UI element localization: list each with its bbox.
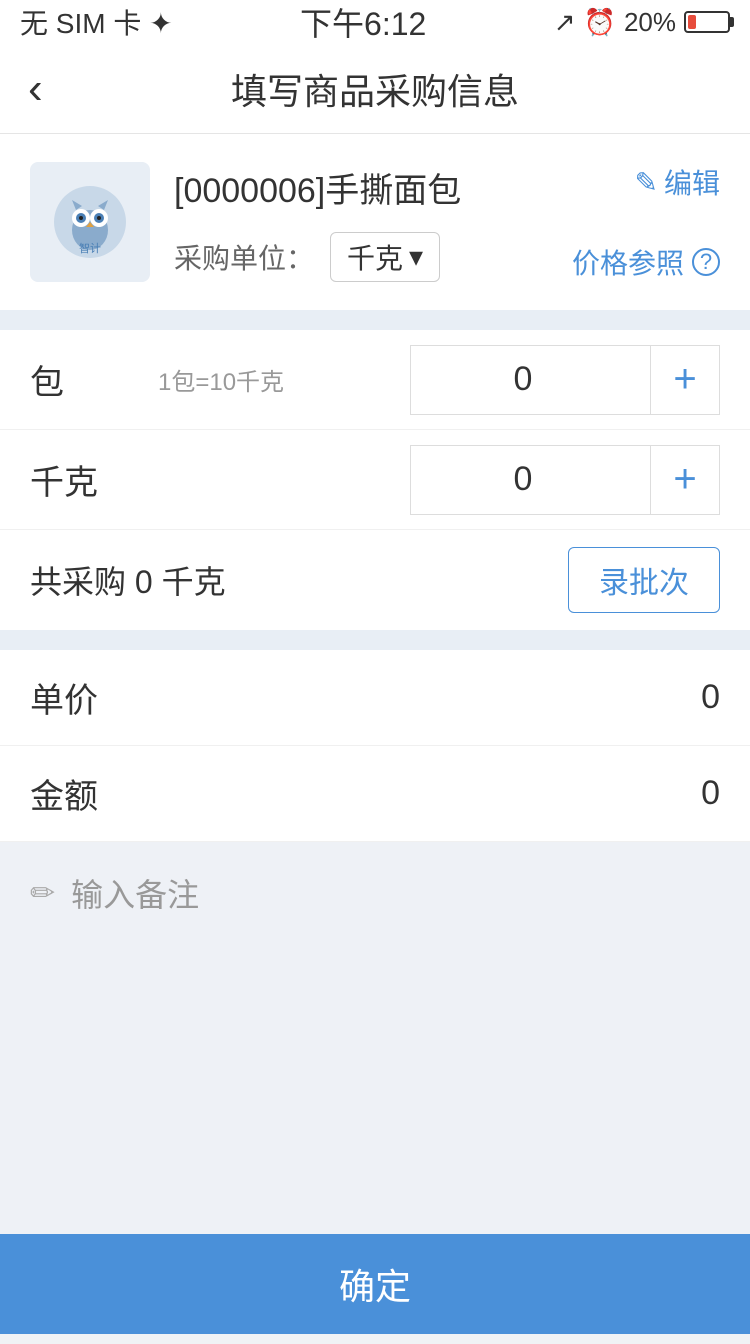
battery-percent: 20%	[624, 7, 676, 38]
total-row: 共采购 0 千克 录批次	[0, 530, 750, 630]
unit-label: 采购单位：	[174, 237, 314, 277]
product-card: 智计 [0000006]手撕面包 采购单位： 千克 ▾ ✎ 编辑 价格参照 ?	[0, 134, 750, 310]
svg-text:智计: 智计	[79, 241, 101, 255]
bao-sublabel: 1包=10千克	[158, 362, 410, 397]
page-title: 填写商品采购信息	[231, 63, 519, 115]
total-text: 共采购 0 千克	[30, 557, 226, 603]
bao-input-section: 包 1包=10千克 +	[0, 330, 750, 430]
unit-price-label: 单价	[30, 673, 98, 722]
bao-row: 包 1包=10千克 +	[0, 330, 750, 430]
confirm-button[interactable]: 确定	[0, 1234, 750, 1334]
alarm-icon: ⏰	[584, 7, 616, 38]
price-section: 单价 0 金额 0	[0, 650, 750, 842]
product-image: 智计	[30, 162, 150, 282]
section-divider-1	[0, 310, 750, 330]
bao-input[interactable]	[410, 345, 650, 415]
status-bar: 无 SIM 卡 ✦ 下午6:12 ↗ ⏰ 20%	[0, 0, 750, 44]
pencil-icon: ✏	[30, 876, 55, 911]
kg-input-section: 千克 +	[0, 430, 750, 530]
sim-status: 无 SIM 卡 ✦	[20, 2, 173, 42]
amount-value: 0	[701, 774, 720, 813]
edit-icon: ✎	[635, 166, 658, 199]
status-time: 下午6:12	[300, 0, 426, 45]
status-right: ↗ ⏰ 20%	[554, 7, 730, 38]
bao-input-control: +	[410, 345, 720, 415]
unit-price-value: 0	[701, 678, 720, 717]
product-logo: 智计	[50, 182, 130, 262]
kg-plus-button[interactable]: +	[650, 445, 720, 515]
kg-row: 千克 +	[0, 430, 750, 530]
edit-button[interactable]: ✎ 编辑	[635, 162, 720, 202]
remark-placeholder: 输入备注	[71, 870, 199, 916]
remark-section[interactable]: ✏ 输入备注	[0, 842, 750, 944]
kg-input-control: +	[410, 445, 720, 515]
kg-label: 千克	[30, 455, 150, 504]
record-batch-button[interactable]: 录批次	[568, 547, 720, 613]
price-ref-button[interactable]: 价格参照 ?	[572, 242, 720, 282]
status-left: 无 SIM 卡 ✦	[20, 2, 173, 42]
unit-price-row: 单价 0	[0, 650, 750, 746]
amount-label: 金额	[30, 769, 98, 818]
content-area	[0, 944, 750, 1244]
bao-plus-button[interactable]: +	[650, 345, 720, 415]
amount-row: 金额 0	[0, 746, 750, 842]
bao-label: 包	[30, 355, 150, 404]
info-icon: ?	[692, 248, 720, 276]
confirm-label: 确定	[339, 1258, 411, 1310]
nav-bar: ‹ 填写商品采购信息	[0, 44, 750, 134]
section-divider-2	[0, 630, 750, 650]
back-button[interactable]: ‹	[28, 67, 43, 111]
unit-select[interactable]: 千克 ▾	[330, 232, 440, 282]
location-icon: ↗	[554, 7, 576, 38]
battery-icon	[684, 11, 730, 33]
chevron-down-icon: ▾	[409, 240, 423, 273]
kg-input[interactable]	[410, 445, 650, 515]
